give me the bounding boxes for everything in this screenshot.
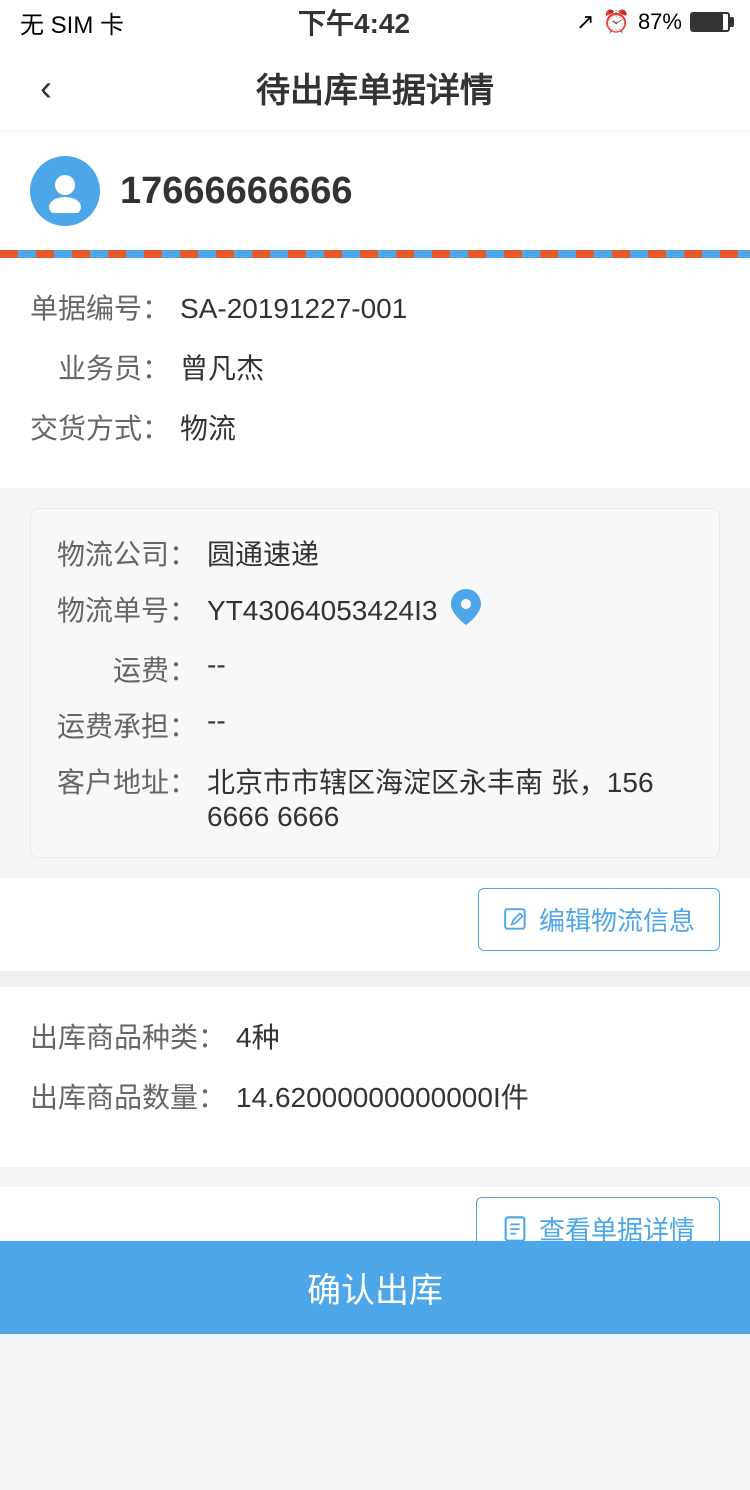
document-icon [501,1215,529,1243]
edit-icon [503,907,529,933]
address-row: 客户地址： 北京市市辖区海淀区永丰南 张，156 6666 6666 [57,761,693,833]
goods-types-value: 4种 [236,1017,720,1059]
address-label: 客户地址： [57,761,207,801]
freight-bearer-label: 运费承担： [57,705,207,745]
avatar [30,156,100,226]
freight-bearer-value: -- [207,705,693,737]
goods-types-row: 出库商品种类： 4种 [30,1017,720,1059]
sales-rep-value: 曾凡杰 [180,348,720,390]
freight-bearer-row: 运费承担： -- [57,705,693,745]
page-title: 待出库单据详情 [256,63,494,112]
freight-label: 运费： [57,649,207,689]
goods-quantity-value: 14.62000000000000I件 [236,1077,720,1119]
tracking-no-row: 物流单号： YT43064053424I3 [57,589,693,633]
nav-bar: ‹ 待出库单据详情 [0,44,750,132]
delivery-method-row: 交货方式： 物流 [30,408,720,450]
time-label: 下午4:42 [298,2,410,42]
freight-value: -- [207,649,693,681]
goods-quantity-row: 出库商品数量： 14.62000000000000I件 [30,1077,720,1119]
battery-icon [690,12,730,32]
status-bar: 无 SIM 卡 下午4:42 ↗ ⏰ 87% [0,0,750,44]
tracking-no-label: 物流单号： [57,589,207,629]
order-no-label: 单据编号： [30,288,180,330]
confirm-btn-wrapper: 确认出库 [0,1241,750,1334]
sales-rep-label: 业务员： [30,348,180,390]
edit-btn-container: 编辑物流信息 [0,878,750,971]
logistics-card: 物流公司： 圆通速递 物流单号： YT43064053424I3 运费： -- … [30,508,720,858]
logistics-company-label: 物流公司： [57,533,207,573]
edit-logistics-button[interactable]: 编辑物流信息 [478,888,720,951]
status-right: ↗ ⏰ 87% [576,9,730,35]
freight-row: 运费： -- [57,649,693,689]
order-no-value: SA-20191227-001 [180,288,720,330]
goods-section: 出库商品种类： 4种 出库商品数量： 14.62000000000000I件 [0,987,750,1167]
customer-phone: 17666666666 [120,170,352,213]
delivery-method-label: 交货方式： [30,408,180,450]
carrier-label: 无 SIM 卡 [20,5,124,40]
goods-types-label: 出库商品种类： [30,1017,236,1059]
status-left: 无 SIM 卡 [20,5,132,40]
confirm-outbound-button[interactable]: 确认出库 [22,1263,728,1312]
stripe-divider [0,250,750,258]
location-icon: ↗ [576,9,594,35]
alarm-icon: ⏰ [603,9,630,35]
address-value: 北京市市辖区海淀区永丰南 张，156 6666 6666 [207,761,693,833]
battery-label: 87% [638,9,682,35]
order-no-row: 单据编号： SA-20191227-001 [30,288,720,330]
logistics-company-row: 物流公司： 圆通速递 [57,533,693,573]
logistics-company-value: 圆通速递 [207,533,693,573]
goods-quantity-label: 出库商品数量： [30,1077,236,1119]
sales-rep-row: 业务员： 曾凡杰 [30,348,720,390]
customer-header: 17666666666 [0,132,750,250]
section-divider [0,971,750,987]
tracking-no-value: YT43064053424I3 [207,589,693,633]
back-button[interactable]: ‹ [30,57,62,119]
order-info-section: 单据编号： SA-20191227-001 业务员： 曾凡杰 交货方式： 物流 [0,258,750,488]
location-pin-icon[interactable] [451,589,481,633]
delivery-method-value: 物流 [180,408,720,450]
